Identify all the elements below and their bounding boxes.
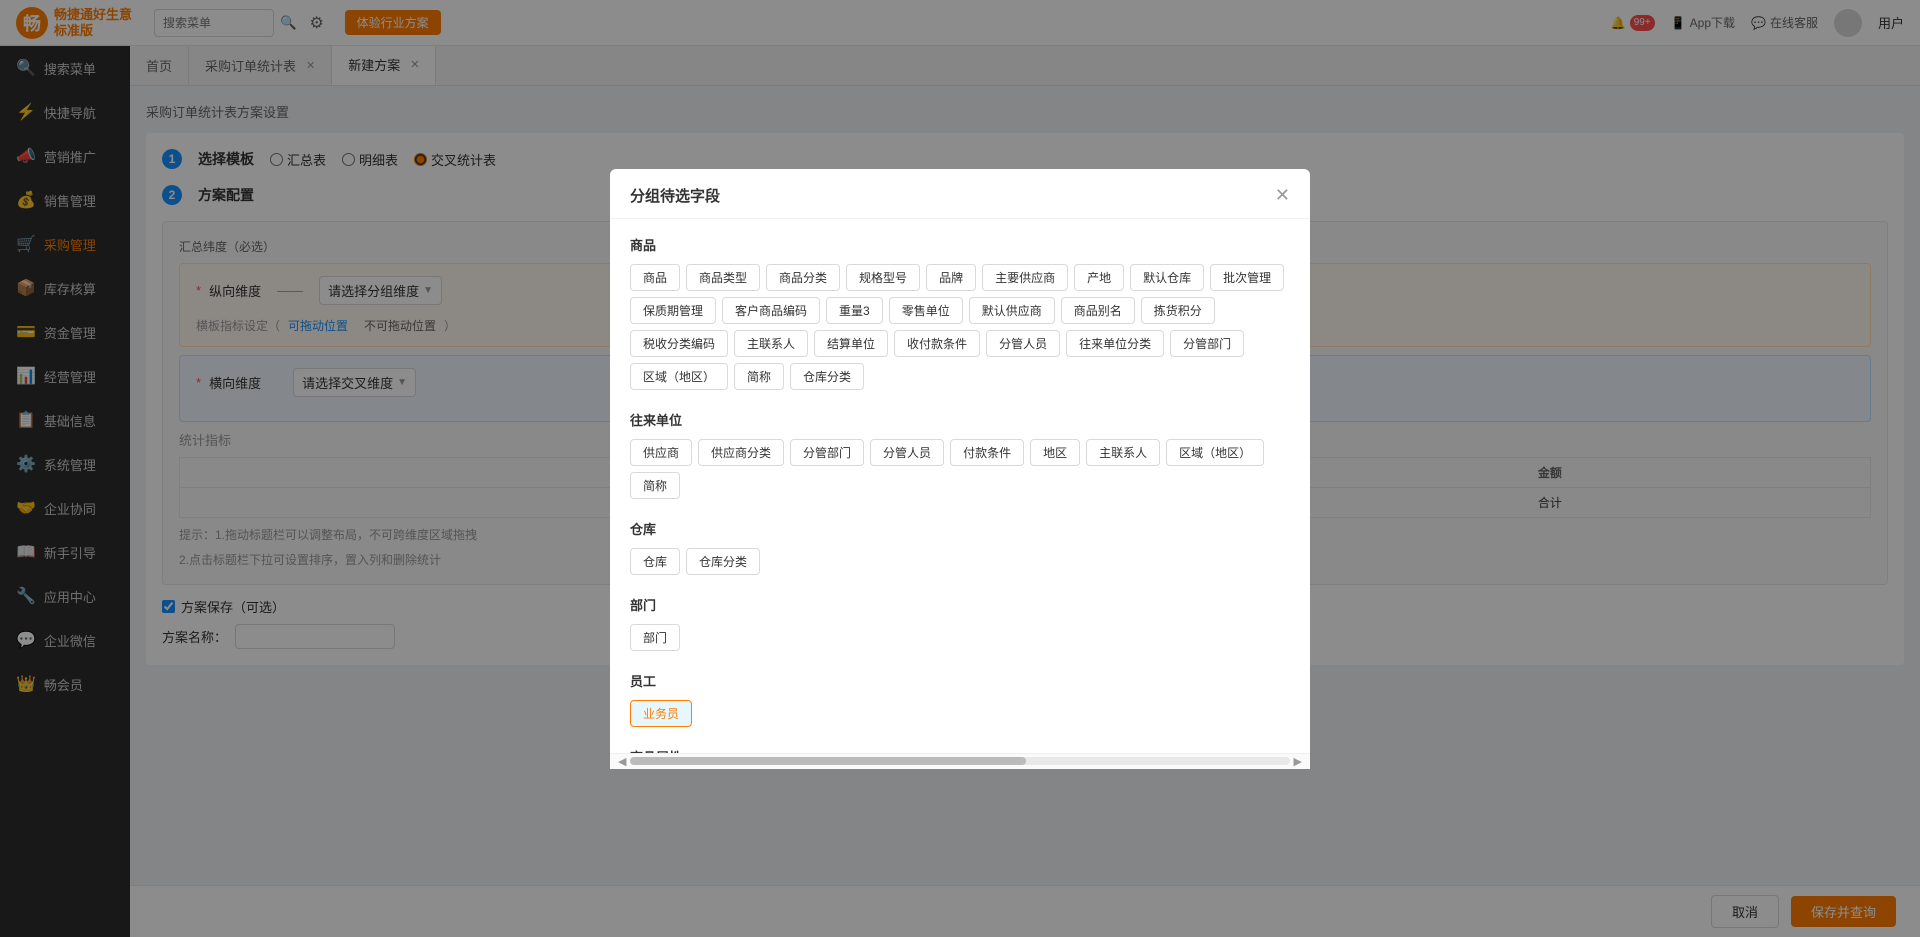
field-tag-0-12[interactable]: 零售单位 — [889, 297, 963, 324]
field-tag-0-16[interactable]: 税收分类编码 — [630, 330, 728, 357]
field-tag-1-6[interactable]: 主联系人 — [1086, 439, 1160, 466]
field-tag-1-8[interactable]: 简称 — [630, 472, 680, 499]
scrollbar-thumb — [630, 757, 1025, 765]
field-tag-0-15[interactable]: 拣货积分 — [1141, 297, 1215, 324]
modal-title: 分组待选字段 — [630, 185, 720, 206]
field-tag-1-0[interactable]: 供应商 — [630, 439, 692, 466]
scroll-right-arrow: ▶ — [1294, 755, 1302, 768]
field-tag-1-4[interactable]: 付款条件 — [950, 439, 1024, 466]
modal-dialog: 分组待选字段 ✕ 商品商品商品类型商品分类规格型号品牌主要供应商产地默认仓库批次… — [610, 169, 1310, 769]
field-tag-4-0[interactable]: 业务员 — [630, 700, 692, 727]
field-tag-1-5[interactable]: 地区 — [1030, 439, 1080, 466]
field-tag-0-13[interactable]: 默认供应商 — [969, 297, 1055, 324]
field-tags-1: 供应商供应商分类分管部门分管人员付款条件地区主联系人区域（地区） 简称 — [630, 439, 1290, 499]
field-tags-4: 业务员 — [630, 700, 1290, 727]
field-tag-0-8[interactable]: 批次管理 — [1210, 264, 1284, 291]
modal-footer-scroll: ◀ ▶ — [610, 753, 1310, 769]
section-0: 商品商品商品类型商品分类规格型号品牌主要供应商产地默认仓库批次管理保质期管理客户… — [630, 235, 1290, 390]
field-tag-0-11[interactable]: 重量3 — [826, 297, 883, 324]
field-tag-0-2[interactable]: 商品分类 — [766, 264, 840, 291]
field-tag-1-7[interactable]: 区域（地区） — [1166, 439, 1264, 466]
field-tag-2-1[interactable]: 仓库分类 — [686, 548, 760, 575]
field-tag-0-20[interactable]: 分管人员 — [986, 330, 1060, 357]
modal-close-button[interactable]: ✕ — [1275, 185, 1290, 206]
section-title-4: 员工 — [630, 671, 1290, 690]
field-tags-2: 仓库仓库分类 — [630, 548, 1290, 575]
field-tag-0-9[interactable]: 保质期管理 — [630, 297, 716, 324]
modal-overlay[interactable]: 分组待选字段 ✕ 商品商品商品类型商品分类规格型号品牌主要供应商产地默认仓库批次… — [0, 0, 1920, 937]
scroll-left-arrow: ◀ — [618, 755, 626, 768]
field-tag-0-5[interactable]: 主要供应商 — [982, 264, 1068, 291]
section-title-2: 仓库 — [630, 519, 1290, 538]
field-tag-1-3[interactable]: 分管人员 — [870, 439, 944, 466]
field-tag-0-24[interactable]: 简称 — [734, 363, 784, 390]
modal-header: 分组待选字段 ✕ — [610, 169, 1310, 219]
section-title-1: 往来单位 — [630, 410, 1290, 429]
field-tag-1-2[interactable]: 分管部门 — [790, 439, 864, 466]
field-tag-0-25[interactable]: 仓库分类 — [790, 363, 864, 390]
field-tag-0-23[interactable]: 区域（地区） — [630, 363, 728, 390]
section-2: 仓库仓库仓库分类 — [630, 519, 1290, 575]
field-tag-1-1[interactable]: 供应商分类 — [698, 439, 784, 466]
field-tag-0-19[interactable]: 收付款条件 — [894, 330, 980, 357]
section-4: 员工业务员 — [630, 671, 1290, 727]
modal-body: 商品商品商品类型商品分类规格型号品牌主要供应商产地默认仓库批次管理保质期管理客户… — [610, 219, 1310, 753]
field-tag-0-1[interactable]: 商品类型 — [686, 264, 760, 291]
field-tag-0-18[interactable]: 结算单位 — [814, 330, 888, 357]
field-tag-0-4[interactable]: 品牌 — [926, 264, 976, 291]
field-tag-0-10[interactable]: 客户商品编码 — [722, 297, 820, 324]
field-tag-2-0[interactable]: 仓库 — [630, 548, 680, 575]
field-tag-0-21[interactable]: 往来单位分类 — [1066, 330, 1164, 357]
field-tags-0: 商品商品类型商品分类规格型号品牌主要供应商产地默认仓库批次管理保质期管理客户商品… — [630, 264, 1290, 390]
field-tag-0-7[interactable]: 默认仓库 — [1130, 264, 1204, 291]
field-tag-0-3[interactable]: 规格型号 — [846, 264, 920, 291]
section-3: 部门部门 — [630, 595, 1290, 651]
field-tag-0-0[interactable]: 商品 — [630, 264, 680, 291]
field-tag-0-6[interactable]: 产地 — [1074, 264, 1124, 291]
field-tags-3: 部门 — [630, 624, 1290, 651]
section-title-3: 部门 — [630, 595, 1290, 614]
horizontal-scrollbar[interactable] — [630, 757, 1289, 765]
field-tag-0-22[interactable]: 分管部门 — [1170, 330, 1244, 357]
field-tag-0-14[interactable]: 商品别名 — [1061, 297, 1135, 324]
field-tag-0-17[interactable]: 主联系人 — [734, 330, 808, 357]
section-title-0: 商品 — [630, 235, 1290, 254]
section-1: 往来单位供应商供应商分类分管部门分管人员付款条件地区主联系人区域（地区） 简称 — [630, 410, 1290, 499]
field-tag-3-0[interactable]: 部门 — [630, 624, 680, 651]
